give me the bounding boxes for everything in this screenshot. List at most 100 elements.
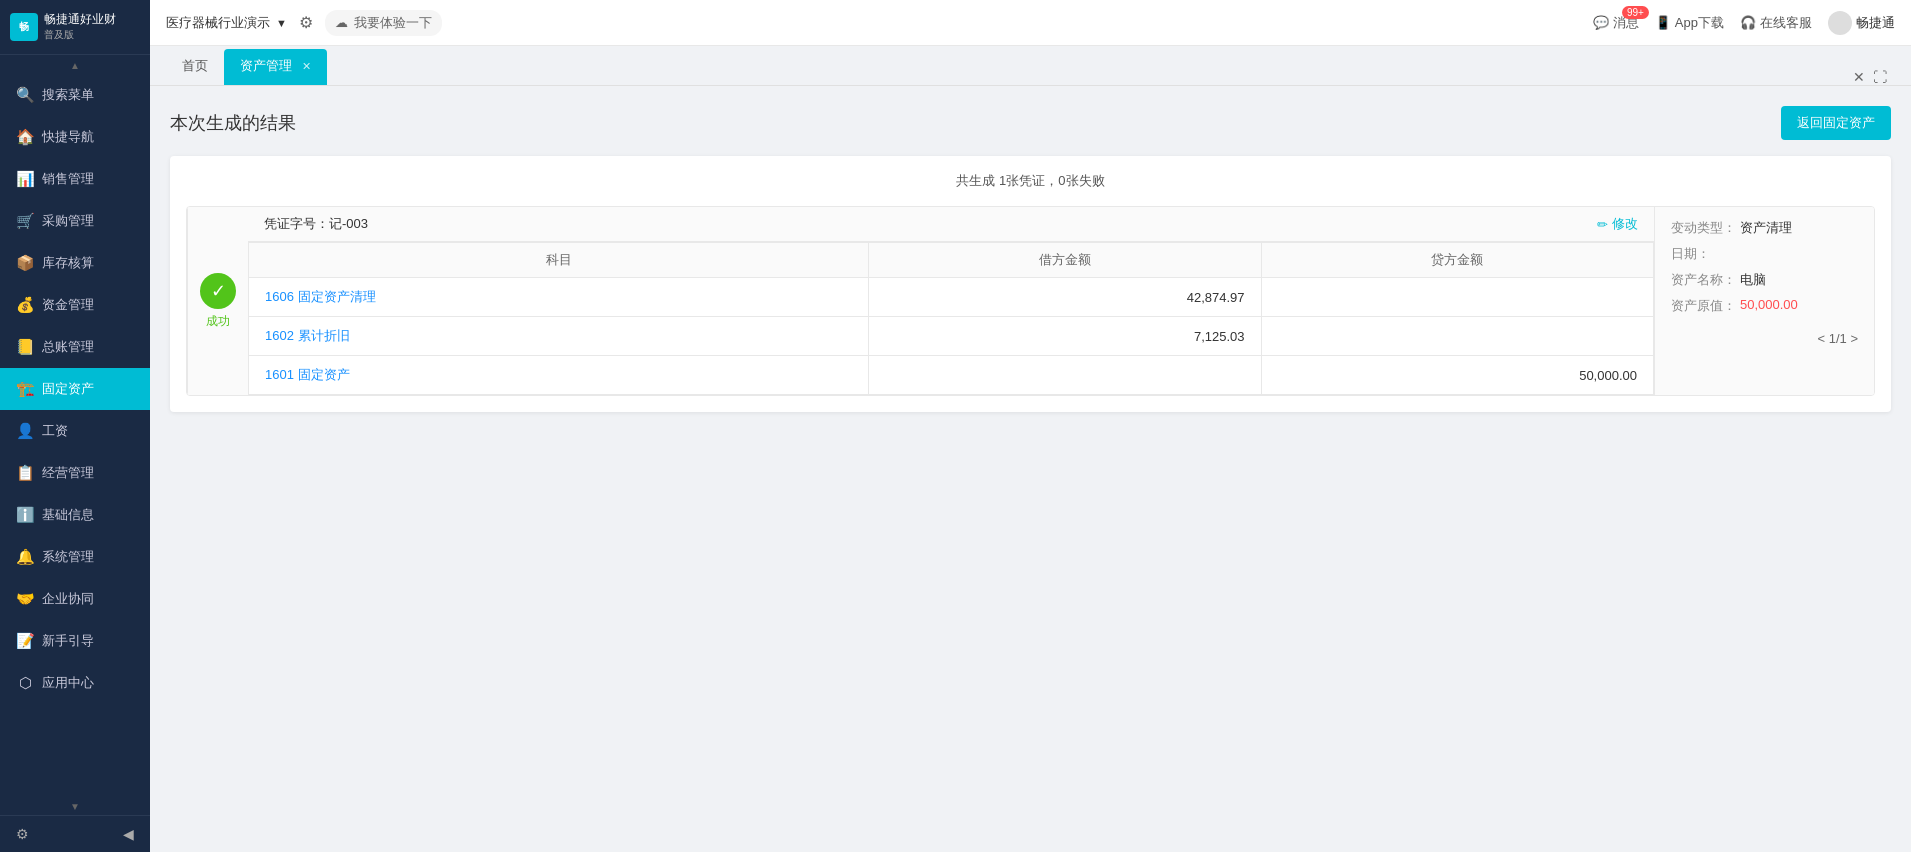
sidebar-item-label: 系统管理 (42, 548, 94, 566)
sidebar-item-label: 经营管理 (42, 464, 94, 482)
operations-icon: 📋 (16, 464, 34, 482)
edit-icon: ✏ (1597, 217, 1608, 232)
sidebar-item-label: 应用中心 (42, 674, 94, 692)
change-type-row: 变动类型： 资产清理 (1671, 219, 1858, 237)
app-download-button[interactable]: 📱 App下载 (1655, 14, 1724, 32)
sidebar-item-label: 库存核算 (42, 254, 94, 272)
sidebar-item-system[interactable]: 🔔 系统管理 (0, 536, 150, 578)
headset-icon: 🎧 (1740, 15, 1756, 30)
maximize-window-icon[interactable]: ⛶ (1873, 69, 1887, 85)
sidebar: 畅 畅捷通好业财 普及版 ▲ 🔍 搜索菜单 🏠 快捷导航 📊 销售管理 🛒 采购… (0, 0, 150, 852)
sidebar-item-funds[interactable]: 💰 资金管理 (0, 284, 150, 326)
sidebar-item-label: 快捷导航 (42, 128, 94, 146)
sidebar-item-label: 固定资产 (42, 380, 94, 398)
logo-area: 畅 畅捷通好业财 普及版 (0, 0, 150, 55)
experience-button[interactable]: ☁ 我要体验一下 (325, 10, 442, 36)
pagination[interactable]: < 1/1 > (1671, 323, 1858, 346)
sidebar-nav: 🔍 搜索菜单 🏠 快捷导航 📊 销售管理 🛒 采购管理 📦 库存核算 💰 资金管… (0, 74, 150, 796)
col-subject: 科目 (249, 243, 869, 278)
edit-voucher-button[interactable]: ✏ 修改 (1597, 215, 1638, 233)
purchase-icon: 🛒 (16, 212, 34, 230)
page-title: 本次生成的结果 (170, 111, 296, 135)
debit-cell: 7,125.03 (869, 317, 1261, 356)
sidebar-item-purchase[interactable]: 🛒 采购管理 (0, 200, 150, 242)
funds-icon: 💰 (16, 296, 34, 314)
sidebar-item-label: 企业协同 (42, 590, 94, 608)
sidebar-item-label: 采购管理 (42, 212, 94, 230)
company-selector[interactable]: 医疗器械行业演示 ▼ (166, 14, 287, 32)
tabbar: 首页 资产管理 ✕ ✕ ⛶ (150, 46, 1911, 86)
debit-cell: 42,874.97 (869, 278, 1261, 317)
debit-cell (869, 356, 1261, 395)
company-name: 医疗器械行业演示 (166, 14, 270, 32)
search-icon: 🔍 (16, 86, 34, 104)
sidebar-item-enterprise[interactable]: 🤝 企业协同 (0, 578, 150, 620)
tab-close-icon[interactable]: ✕ (302, 60, 311, 72)
sales-icon: 📊 (16, 170, 34, 188)
sidebar-item-payroll[interactable]: 👤 工资 (0, 410, 150, 452)
home-icon: 🏠 (16, 128, 34, 146)
sidebar-item-basic-info[interactable]: ℹ️ 基础信息 (0, 494, 150, 536)
sidebar-item-app-center[interactable]: ⬡ 应用中心 (0, 662, 150, 704)
sidebar-item-fixed-assets[interactable]: 🏗️ 固定资产 (0, 368, 150, 410)
sidebar-item-label: 基础信息 (42, 506, 94, 524)
credit-cell (1261, 278, 1653, 317)
col-debit: 借方金额 (869, 243, 1261, 278)
asset-name-value: 电脑 (1740, 271, 1766, 289)
sidebar-scroll-down[interactable]: ▼ (0, 796, 150, 815)
sidebar-item-label: 新手引导 (42, 632, 94, 650)
sidebar-scroll-up[interactable]: ▲ (0, 55, 150, 74)
payroll-icon: 👤 (16, 422, 34, 440)
return-button[interactable]: 返回固定资产 (1781, 106, 1891, 140)
messages-button[interactable]: 💬 消息 99+ (1593, 14, 1639, 32)
app-name: 畅捷通好业财 (44, 12, 116, 28)
subject-cell: 1602 累计折旧 (249, 317, 869, 356)
sidebar-item-operations[interactable]: 📋 经营管理 (0, 452, 150, 494)
tab-asset-mgmt[interactable]: 资产管理 ✕ (224, 49, 327, 85)
settings-gear-icon[interactable]: ⚙ (299, 13, 313, 32)
tab-home[interactable]: 首页 (166, 49, 224, 85)
online-service-button[interactable]: 🎧 在线客服 (1740, 14, 1812, 32)
content-area: 本次生成的结果 返回固定资产 共生成 1张凭证，0张失败 ✓ 成功 凭证字号：记… (150, 86, 1911, 852)
sidebar-item-label: 销售管理 (42, 170, 94, 188)
tab-asset-mgmt-label: 资产管理 (240, 58, 292, 73)
system-icon: 🔔 (16, 548, 34, 566)
sidebar-item-inventory[interactable]: 📦 库存核算 (0, 242, 150, 284)
table-row: 1606 固定资产清理 42,874.97 (249, 278, 1654, 317)
success-icon: ✓ (200, 273, 236, 309)
sidebar-item-label: 搜索菜单 (42, 86, 94, 104)
sidebar-item-quick-nav[interactable]: 🏠 快捷导航 (0, 116, 150, 158)
sidebar-item-ledger[interactable]: 📒 总账管理 (0, 326, 150, 368)
result-summary: 共生成 1张凭证，0张失败 (186, 172, 1875, 190)
asset-name-label: 资产名称： (1671, 271, 1736, 289)
subject-cell: 1606 固定资产清理 (249, 278, 869, 317)
collapse-sidebar-button[interactable]: ◀ (123, 826, 134, 842)
inventory-icon: 📦 (16, 254, 34, 272)
status-text: 成功 (206, 313, 230, 330)
sidebar-item-search[interactable]: 🔍 搜索菜单 (0, 74, 150, 116)
settings-icon[interactable]: ⚙ (16, 826, 29, 842)
sidebar-item-guide[interactable]: 📝 新手引导 (0, 620, 150, 662)
sidebar-item-sales[interactable]: 📊 销售管理 (0, 158, 150, 200)
voucher-main: 凭证字号：记-003 ✏ 修改 科目 借方金额 贷方金额 (248, 207, 1654, 395)
guide-icon: 📝 (16, 632, 34, 650)
tab-home-label: 首页 (182, 58, 208, 73)
original-value-label: 资产原值： (1671, 297, 1736, 315)
sidebar-item-label: 资金管理 (42, 296, 94, 314)
ledger-icon: 📒 (16, 338, 34, 356)
date-label: 日期： (1671, 245, 1710, 263)
fixed-assets-icon: 🏗️ (16, 380, 34, 398)
user-menu[interactable]: 畅捷通 (1828, 11, 1895, 35)
voucher-block: ✓ 成功 凭证字号：记-003 ✏ 修改 (186, 206, 1875, 396)
table-row: 1601 固定资产 50,000.00 (249, 356, 1654, 395)
app-center-icon: ⬡ (16, 674, 34, 692)
voucher-table: 科目 借方金额 贷方金额 1606 固定资产清理 42,874.97 (248, 242, 1654, 395)
enterprise-icon: 🤝 (16, 590, 34, 608)
app-edition: 普及版 (44, 28, 116, 42)
chevron-down-icon: ▼ (276, 17, 287, 29)
close-window-icon[interactable]: ✕ (1853, 69, 1865, 85)
cloud-icon: ☁ (335, 15, 348, 30)
voucher-number: 凭证字号：记-003 (264, 215, 368, 233)
voucher-header: 凭证字号：记-003 ✏ 修改 (248, 207, 1654, 242)
voucher-side-panel: 变动类型： 资产清理 日期： 资产名称： 电脑 资产原值： 50,000.00 (1654, 207, 1874, 395)
